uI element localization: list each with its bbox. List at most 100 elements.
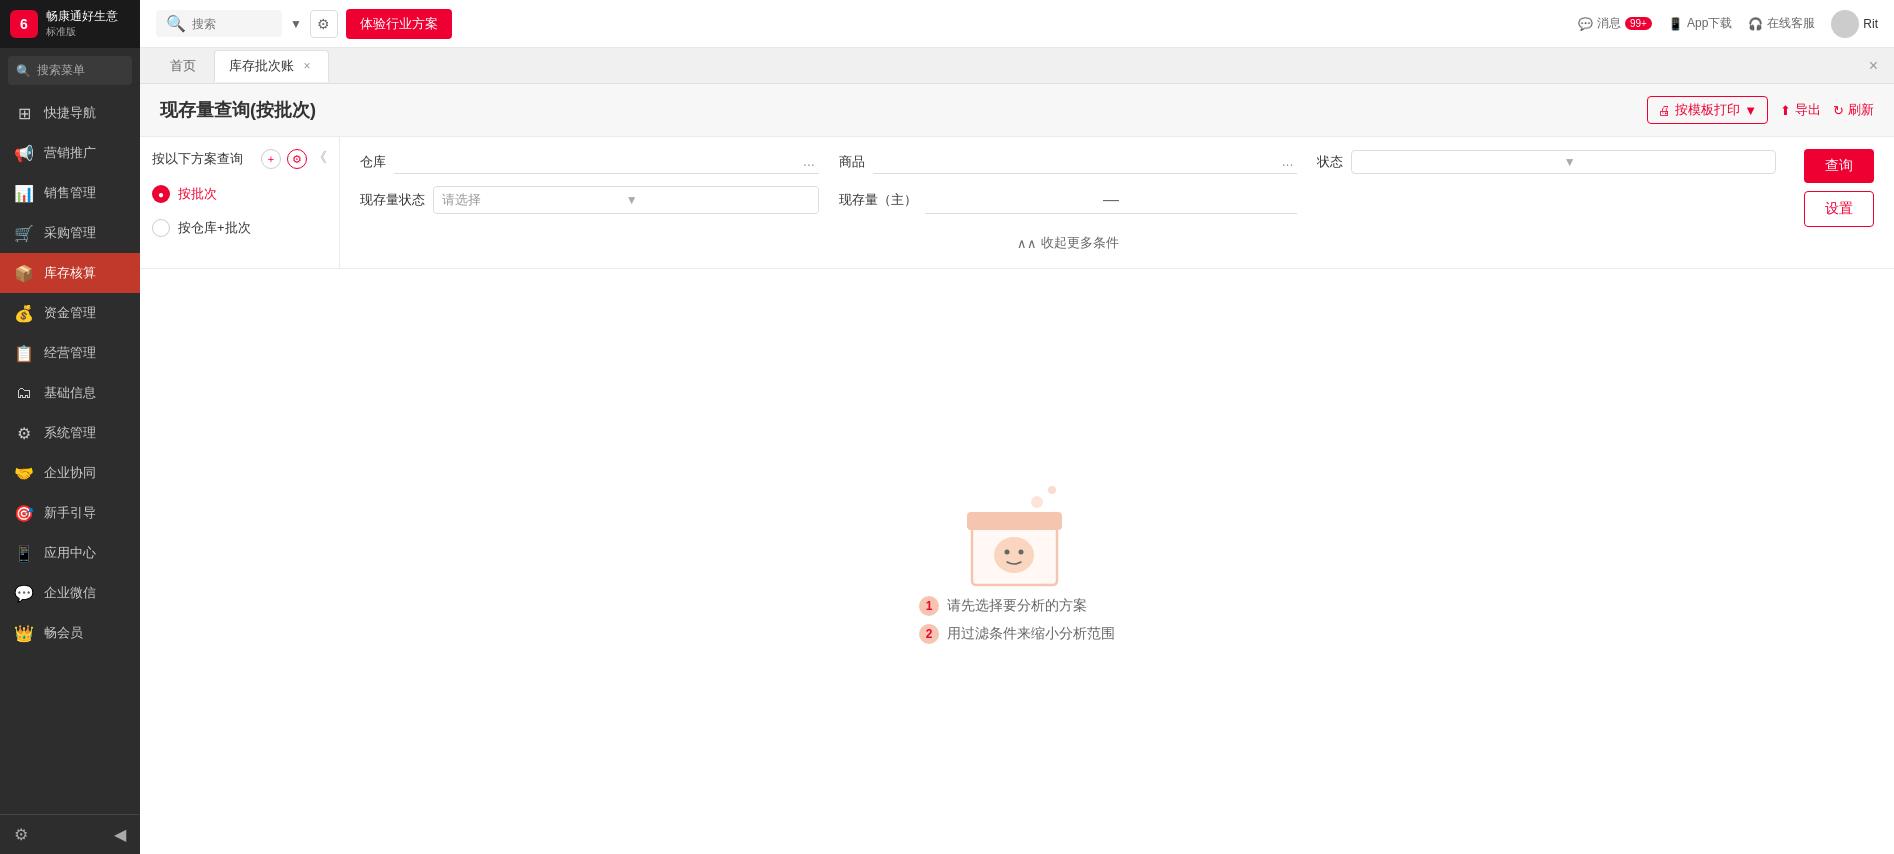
- newbie-icon: 🎯: [14, 503, 34, 523]
- finance-icon: 💰: [14, 303, 34, 323]
- panel-close-icon[interactable]: ×: [1869, 57, 1878, 75]
- warehouse-more-icon[interactable]: ...: [799, 153, 819, 169]
- scheme-settings-btn[interactable]: ⚙: [287, 149, 307, 169]
- product-label: 商品: [839, 153, 865, 171]
- svg-point-3: [1005, 549, 1010, 554]
- sidebar-item-purchase[interactable]: 🛒 采购管理: [0, 213, 140, 253]
- print-dropdown-icon[interactable]: ▼: [1744, 103, 1757, 118]
- inventory-icon: 📦: [14, 263, 34, 283]
- sidebar-item-quick-nav[interactable]: ⊞ 快捷导航: [0, 93, 140, 133]
- stock-status-select[interactable]: 请选择 ▼: [433, 186, 819, 214]
- topbar-search-input[interactable]: [192, 17, 272, 31]
- filter-settings-btn[interactable]: 设置: [1804, 191, 1874, 227]
- app-logo: 6: [10, 10, 38, 38]
- sidebar-item-system[interactable]: ⚙ 系统管理: [0, 413, 140, 453]
- range-dash: —: [1103, 191, 1119, 209]
- stock-qty-label: 现存量（主）: [839, 191, 917, 209]
- trial-btn[interactable]: 体验行业方案: [346, 9, 452, 39]
- tab-home[interactable]: 首页: [156, 50, 210, 82]
- member-icon: 👑: [14, 623, 34, 643]
- sidebar-item-operation[interactable]: 📋 经营管理: [0, 333, 140, 373]
- sidebar-item-member[interactable]: 👑 畅会员: [0, 613, 140, 653]
- topbar-search-box[interactable]: 🔍: [156, 10, 282, 37]
- svg-point-2: [994, 537, 1034, 573]
- sidebar-item-marketing[interactable]: 📢 营销推广: [0, 133, 140, 173]
- stock-qty-min[interactable]: [925, 192, 1095, 207]
- sidebar-item-label: 新手引导: [44, 504, 96, 522]
- stock-qty-max[interactable]: [1127, 192, 1297, 207]
- sidebar-item-sales[interactable]: 📊 销售管理: [0, 173, 140, 213]
- app-icon: 📱: [1668, 17, 1683, 31]
- sidebar-item-wechat[interactable]: 💬 企业微信: [0, 573, 140, 613]
- scheme-inactive-icon: [152, 219, 170, 237]
- search-menu-btn[interactable]: 🔍 搜索菜单: [8, 56, 132, 85]
- empty-tip-2: 2 用过滤条件来缩小分析范围: [919, 624, 1115, 644]
- svg-point-6: [1048, 486, 1056, 494]
- filter-form: 仓库 ... 商品 ...: [340, 137, 1894, 268]
- svg-rect-1: [967, 512, 1062, 530]
- print-btn[interactable]: 🖨 按模板打印 ▼: [1647, 96, 1768, 124]
- sidebar-item-label: 畅会员: [44, 624, 83, 642]
- product-input-wrapper: ...: [873, 149, 1298, 174]
- tip-num-1: 1: [919, 596, 939, 616]
- settings-btn[interactable]: ⚙: [310, 10, 338, 38]
- scheme-item-batch[interactable]: ● 按批次: [140, 177, 339, 211]
- export-btn[interactable]: ⬆ 导出: [1780, 101, 1821, 119]
- filter-group-status: 状态 ▼: [1317, 150, 1776, 174]
- tip-text-1: 请先选择要分析的方案: [947, 597, 1087, 615]
- printer-icon: 🖨: [1658, 103, 1671, 118]
- scheme-item-warehouse-batch[interactable]: 按仓库+批次: [140, 211, 339, 245]
- sidebar-item-label: 企业微信: [44, 584, 96, 602]
- settings-icon[interactable]: ⚙: [14, 825, 28, 844]
- sidebar-item-apps[interactable]: 📱 应用中心: [0, 533, 140, 573]
- export-icon: ⬆: [1780, 103, 1791, 118]
- message-badge: 99+: [1625, 17, 1652, 30]
- status-select[interactable]: ▼: [1351, 150, 1776, 174]
- add-scheme-btn[interactable]: +: [261, 149, 281, 169]
- sidebar-item-inventory[interactable]: 📦 库存核算: [0, 253, 140, 293]
- search-icon: 🔍: [166, 14, 186, 33]
- online-service-btn[interactable]: 🎧 在线客服: [1748, 15, 1815, 32]
- tabs-bar: 首页 库存批次账 × ×: [140, 48, 1894, 84]
- sidebar-header: 6 畅康通好生意 标准版: [0, 0, 140, 48]
- filter-row-2: 现存量状态 请选择 ▼ 现存量（主） —: [360, 186, 1776, 214]
- topbar-left: 🔍 ▼ ⚙ 体验行业方案: [156, 9, 1566, 39]
- messages-btn[interactable]: 💬 消息 99+: [1578, 15, 1652, 32]
- tab-close-icon[interactable]: ×: [300, 59, 314, 73]
- refresh-icon: ↻: [1833, 103, 1844, 118]
- dropdown-arrow-icon[interactable]: ▼: [290, 17, 302, 31]
- scheme-active-icon: ●: [152, 185, 170, 203]
- tip-text-2: 用过滤条件来缩小分析范围: [947, 625, 1115, 643]
- print-label: 按模板打印: [1675, 101, 1740, 119]
- sidebar-item-label: 销售管理: [44, 184, 96, 202]
- user-profile[interactable]: Rit: [1831, 10, 1878, 38]
- product-input[interactable]: [873, 154, 1278, 169]
- messages-label: 消息: [1597, 15, 1621, 32]
- system-icon: ⚙: [14, 423, 34, 443]
- sidebar-item-label: 企业协同: [44, 464, 96, 482]
- product-more-icon[interactable]: ...: [1278, 153, 1298, 169]
- sidebar-item-finance[interactable]: 💰 资金管理: [0, 293, 140, 333]
- tip-num-2: 2: [919, 624, 939, 644]
- operation-icon: 📋: [14, 343, 34, 363]
- sidebar-item-label: 系统管理: [44, 424, 96, 442]
- scheme-collapse-btn[interactable]: 《: [313, 149, 327, 169]
- sidebar-item-newbie[interactable]: 🎯 新手引导: [0, 493, 140, 533]
- empty-state: 1 请先选择要分析的方案 2 用过滤条件来缩小分析范围: [140, 269, 1894, 854]
- svg-point-5: [1031, 496, 1043, 508]
- app-download-btn[interactable]: 📱 App下载: [1668, 15, 1732, 32]
- sidebar-nav: ⊞ 快捷导航 📢 营销推广 📊 销售管理 🛒 采购管理 📦 库存核算 💰 资金管…: [0, 93, 140, 814]
- filter-scheme-panel: 按以下方案查询 + ⚙ 《 ● 按批次 按仓库+批次: [140, 137, 340, 268]
- query-btn[interactable]: 查询: [1804, 149, 1874, 183]
- sidebar-item-enterprise[interactable]: 🤝 企业协同: [0, 453, 140, 493]
- sidebar-item-basic[interactable]: 🗂 基础信息: [0, 373, 140, 413]
- basic-icon: 🗂: [14, 383, 34, 403]
- collapse-sidebar-icon[interactable]: ◀: [114, 825, 126, 844]
- sidebar-item-label: 库存核算: [44, 264, 96, 282]
- refresh-btn[interactable]: ↻ 刷新: [1833, 101, 1874, 119]
- filter-area: 按以下方案查询 + ⚙ 《 ● 按批次 按仓库+批次: [140, 137, 1894, 269]
- collapse-more-btn[interactable]: ∧∧ 收起更多条件: [360, 226, 1776, 256]
- warehouse-input[interactable]: [394, 154, 799, 169]
- filter-group-stock-status: 现存量状态 请选择 ▼: [360, 186, 819, 214]
- tab-batch-account[interactable]: 库存批次账 ×: [214, 50, 329, 82]
